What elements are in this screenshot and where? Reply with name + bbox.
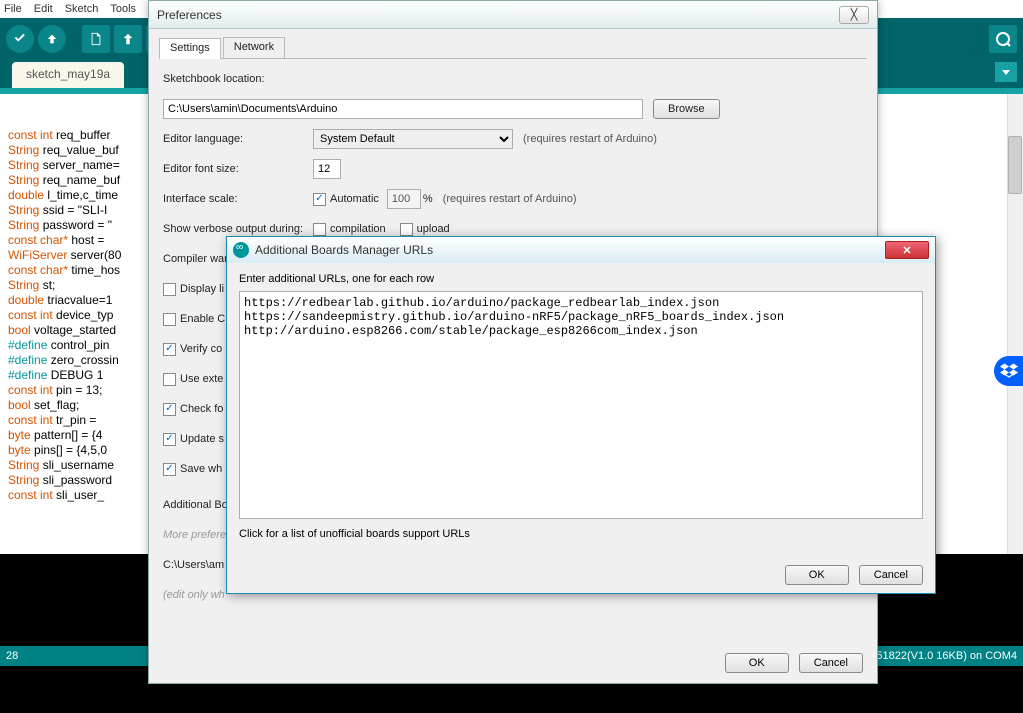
boards-urls-dialog: Additional Boards Manager URLs ✕ Enter a… [226,236,936,594]
menu-tools[interactable]: Tools [110,3,136,15]
verbose-compilation-checkbox[interactable] [313,223,326,236]
more-preferences-note: More prefere [163,529,226,541]
new-sketch-button[interactable] [82,25,110,53]
verify-code-label: Verify co [180,343,222,355]
interface-scale-label: Interface scale: [163,193,313,205]
check-updates-checkbox[interactable] [163,403,176,416]
preferences-close-button[interactable]: ╳ [839,6,869,24]
boards-urls-close-button[interactable]: ✕ [885,241,929,259]
preferences-tabs: Settings Network [159,37,867,59]
boards-urls-textarea[interactable] [239,291,923,519]
boards-urls-titlebar: Additional Boards Manager URLs ✕ [227,237,935,263]
font-size-input[interactable] [313,159,341,179]
enable-code-label: Enable C [180,313,225,325]
check-updates-label: Check fo [180,403,223,415]
use-external-checkbox[interactable] [163,373,176,386]
display-line-checkbox[interactable] [163,283,176,296]
scale-automatic-label: Automatic [330,193,379,205]
sketch-tab[interactable]: sketch_may19a [12,62,124,88]
tab-network[interactable]: Network [223,37,285,58]
edit-only-note: (edit only wh [163,589,225,601]
additional-boards-label: Additional Bo [163,499,228,511]
upload-button[interactable] [38,25,66,53]
boards-urls-cancel-button[interactable]: Cancel [859,565,923,585]
menu-edit[interactable]: Edit [34,3,53,15]
restart-note: (requires restart of Arduino) [523,133,657,145]
use-external-label: Use exte [180,373,223,385]
preferences-path: C:\Users\am [163,559,224,571]
preferences-cancel-button[interactable]: Cancel [799,653,863,673]
verbose-upload-label: upload [417,223,450,235]
open-sketch-button[interactable] [114,25,142,53]
editor-scrollbar[interactable] [1007,94,1023,554]
boards-urls-prompt: Enter additional URLs, one for each row [239,273,923,285]
verify-code-checkbox[interactable] [163,343,176,356]
status-line: 28 [6,650,18,662]
save-when-checkbox[interactable] [163,463,176,476]
sketchbook-label: Sketchbook location: [163,73,313,85]
unofficial-boards-link[interactable]: Click for a list of unofficial boards su… [239,528,923,540]
boards-urls-title: Additional Boards Manager URLs [255,243,433,257]
tab-menu-button[interactable] [995,62,1017,82]
arduino-icon [233,242,249,258]
scale-percent-input [387,189,421,209]
save-when-label: Save wh [180,463,222,475]
scale-automatic-checkbox[interactable] [313,193,326,206]
verbose-upload-checkbox[interactable] [400,223,413,236]
sketchbook-path-input[interactable] [163,99,643,119]
editor-language-label: Editor language: [163,133,313,145]
preferences-ok-button[interactable]: OK [725,653,789,673]
preferences-titlebar: Preferences ╳ [149,1,877,29]
menu-sketch[interactable]: Sketch [65,3,99,15]
menu-file[interactable]: File [4,3,22,15]
display-line-label: Display li [180,283,224,295]
editor-language-select[interactable]: System Default [313,129,513,149]
enable-code-checkbox[interactable] [163,313,176,326]
restart-note-2: (requires restart of Arduino) [443,193,577,205]
update-sketch-label: Update s [180,433,224,445]
boards-urls-ok-button[interactable]: OK [785,565,849,585]
verbose-label: Show verbose output during: [163,223,313,235]
verbose-compilation-label: compilation [330,223,386,235]
dropbox-icon[interactable] [994,356,1023,386]
tab-settings[interactable]: Settings [159,38,221,59]
verify-button[interactable] [6,25,34,53]
preferences-title: Preferences [157,8,222,22]
browse-button[interactable]: Browse [653,99,720,119]
font-size-label: Editor font size: [163,163,313,175]
update-sketch-checkbox[interactable] [163,433,176,446]
serial-monitor-button[interactable] [989,25,1017,53]
